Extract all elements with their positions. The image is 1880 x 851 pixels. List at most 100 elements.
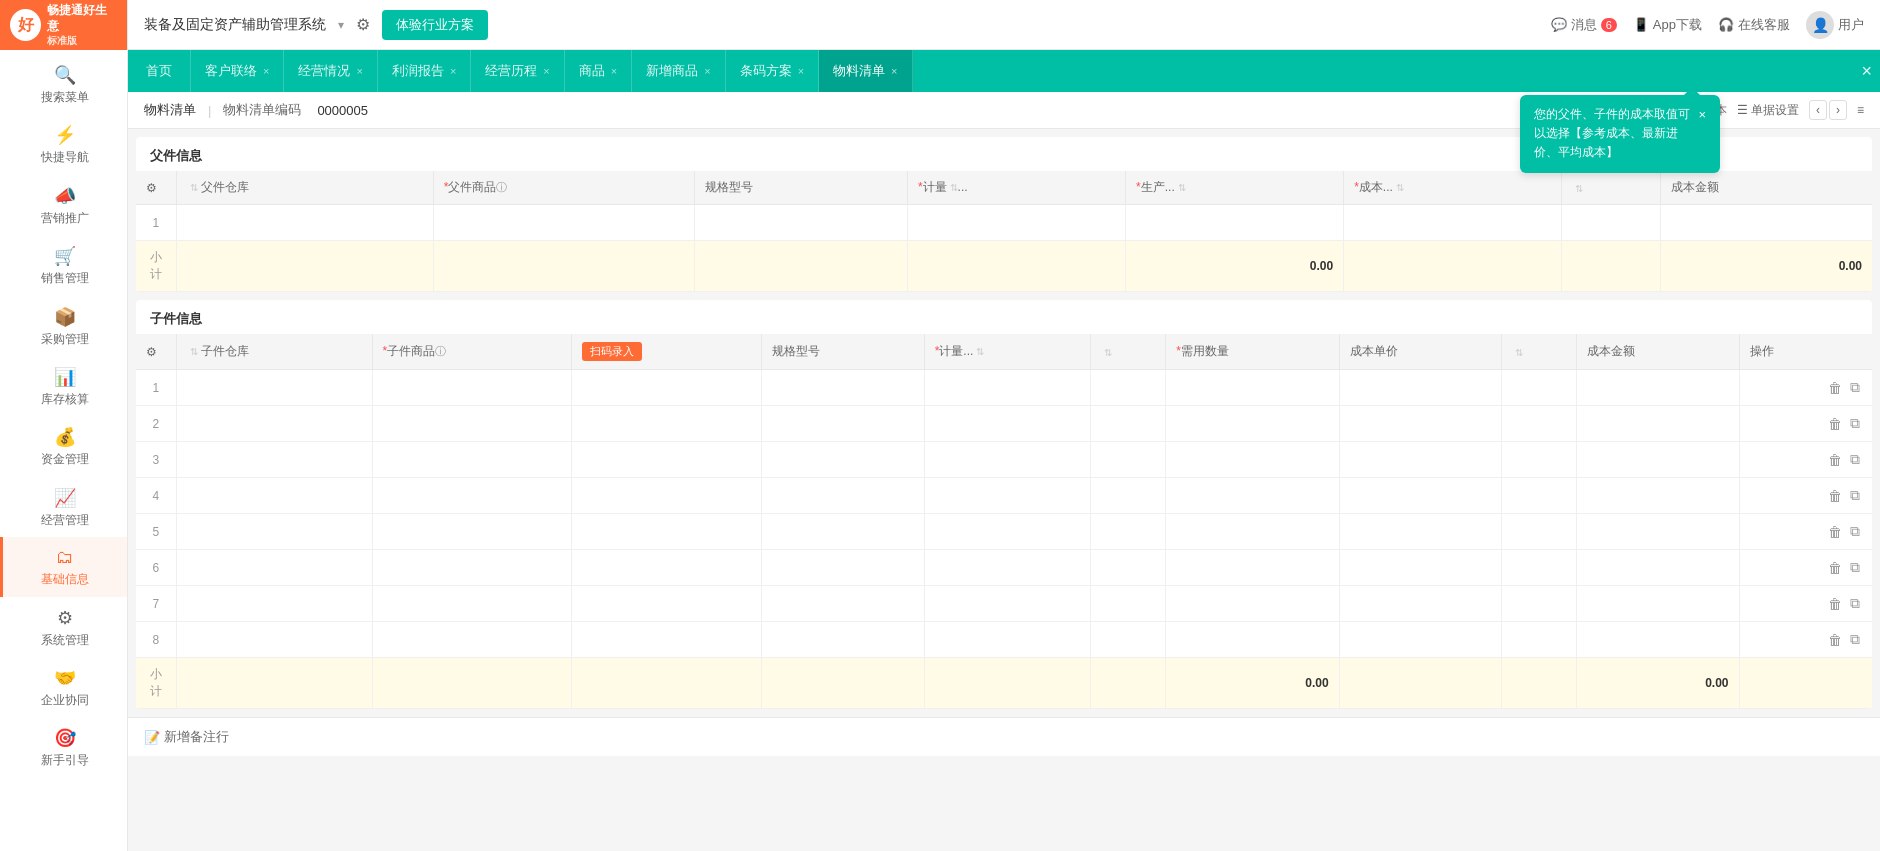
copy-row-btn-7[interactable]: ⧉: [1848, 593, 1862, 614]
delete-row-btn-7[interactable]: 🗑: [1826, 593, 1844, 614]
sidebar-item-销售管理[interactable]: 🛒销售管理: [0, 235, 127, 295]
parent-product-cell[interactable]: [433, 205, 694, 241]
child-warehouse-cell-3[interactable]: [176, 442, 372, 478]
settings-icon[interactable]: ⚙: [356, 15, 370, 34]
menu-action[interactable]: ≡: [1857, 103, 1864, 117]
breadcrumb-current[interactable]: 物料清单: [144, 101, 196, 119]
tab-close-经营历程[interactable]: ×: [543, 65, 549, 77]
sidebar-item-企业协同[interactable]: 🤝企业协同: [0, 657, 127, 717]
delete-row-btn-8[interactable]: 🗑: [1826, 629, 1844, 650]
child-product-cell-8[interactable]: [372, 622, 571, 658]
child-spec-cell-2[interactable]: [762, 406, 924, 442]
parent-warehouse-cell[interactable]: [176, 205, 433, 241]
child-unit-cell-6[interactable]: [924, 550, 1090, 586]
copy-row-btn-2[interactable]: ⧉: [1848, 413, 1862, 434]
child-warehouse-cell-7[interactable]: [176, 586, 372, 622]
tab-close-新增商品[interactable]: ×: [704, 65, 710, 77]
child-warehouse-cell-6[interactable]: [176, 550, 372, 586]
tab-close-利润报告[interactable]: ×: [450, 65, 456, 77]
child-product-cell-7[interactable]: [372, 586, 571, 622]
child-unit-cell-5[interactable]: [924, 514, 1090, 550]
child-warehouse-cell-1[interactable]: [176, 370, 372, 406]
child-unit-cost-cell-2[interactable]: [1339, 406, 1501, 442]
child-spec-cell-7[interactable]: [762, 586, 924, 622]
delete-row-btn-4[interactable]: 🗑: [1826, 485, 1844, 506]
add-note-btn[interactable]: 📝 新增备注行: [144, 728, 229, 746]
child-unit-cost-cell-8[interactable]: [1339, 622, 1501, 658]
copy-row-btn-5[interactable]: ⧉: [1848, 521, 1862, 542]
child-qty-cell-5[interactable]: [1166, 514, 1339, 550]
nav-tab-首页[interactable]: 首页: [128, 50, 191, 92]
child-unit-cell-2[interactable]: [924, 406, 1090, 442]
sidebar-item-搜索菜单[interactable]: 🔍搜索菜单: [0, 54, 127, 114]
tab-close-条码方案[interactable]: ×: [798, 65, 804, 77]
child-unit-cell-8[interactable]: [924, 622, 1090, 658]
child-warehouse-cell-8[interactable]: [176, 622, 372, 658]
delete-row-btn-5[interactable]: 🗑: [1826, 521, 1844, 542]
child-unit-cell-7[interactable]: [924, 586, 1090, 622]
child-spec-cell-1[interactable]: [762, 370, 924, 406]
nav-tab-经营历程[interactable]: 经营历程 ×: [471, 50, 564, 92]
child-warehouse-cell-2[interactable]: [176, 406, 372, 442]
child-qty-cell-6[interactable]: [1166, 550, 1339, 586]
child-unit-cost-cell-7[interactable]: [1339, 586, 1501, 622]
child-unit-cell-3[interactable]: [924, 442, 1090, 478]
message-action[interactable]: 💬 消息 6: [1551, 16, 1617, 34]
sidebar-item-系统管理[interactable]: ⚙系统管理: [0, 597, 127, 657]
sidebar-item-采购管理[interactable]: 📦采购管理: [0, 296, 127, 356]
nav-tab-经营情况[interactable]: 经营情况 ×: [284, 50, 377, 92]
child-qty-cell-7[interactable]: [1166, 586, 1339, 622]
child-unit-cost-cell-4[interactable]: [1339, 478, 1501, 514]
parent-col-settings[interactable]: ⚙: [136, 171, 176, 205]
tab-close-商品[interactable]: ×: [611, 65, 617, 77]
child-unit-cost-cell-3[interactable]: [1339, 442, 1501, 478]
child-unit-cell-1[interactable]: [924, 370, 1090, 406]
child-spec-cell-5[interactable]: [762, 514, 924, 550]
nav-tab-利润报告[interactable]: 利润报告 ×: [378, 50, 471, 92]
child-product-cell-6[interactable]: [372, 550, 571, 586]
trial-button[interactable]: 体验行业方案: [382, 10, 488, 40]
child-spec-cell-6[interactable]: [762, 550, 924, 586]
copy-row-btn-1[interactable]: ⧉: [1848, 377, 1862, 398]
child-unit-cost-cell-6[interactable]: [1339, 550, 1501, 586]
online-service-action[interactable]: 🎧 在线客服: [1718, 16, 1790, 34]
parent-spec-cell[interactable]: [694, 205, 907, 241]
child-unit-cost-cell-5[interactable]: [1339, 514, 1501, 550]
child-qty-cell-8[interactable]: [1166, 622, 1339, 658]
copy-row-btn-4[interactable]: ⧉: [1848, 485, 1862, 506]
child-product-cell-2[interactable]: [372, 406, 571, 442]
scan-input-btn[interactable]: 扫码录入: [582, 342, 642, 361]
child-unit-cost-cell-1[interactable]: [1339, 370, 1501, 406]
parent-prod-cell[interactable]: [1126, 205, 1344, 241]
app-download-action[interactable]: 📱 App下载: [1633, 16, 1702, 34]
delete-row-btn-1[interactable]: 🗑: [1826, 377, 1844, 398]
doc-settings-action[interactable]: ☰ 单据设置: [1737, 102, 1799, 119]
nav-tab-物料清单[interactable]: 物料清单 ×: [819, 50, 912, 92]
child-warehouse-cell-4[interactable]: [176, 478, 372, 514]
copy-row-btn-6[interactable]: ⧉: [1848, 557, 1862, 578]
tabs-close-all[interactable]: ×: [1853, 61, 1880, 82]
sidebar-item-新手引导[interactable]: 🎯新手引导: [0, 717, 127, 777]
delete-row-btn-6[interactable]: 🗑: [1826, 557, 1844, 578]
nav-tab-新增商品[interactable]: 新增商品 ×: [632, 50, 725, 92]
nav-tab-客户联络[interactable]: 客户联络 ×: [191, 50, 284, 92]
sidebar-item-资金管理[interactable]: 💰资金管理: [0, 416, 127, 476]
child-product-cell-5[interactable]: [372, 514, 571, 550]
child-qty-cell-3[interactable]: [1166, 442, 1339, 478]
child-qty-cell-2[interactable]: [1166, 406, 1339, 442]
tab-close-经营情况[interactable]: ×: [356, 65, 362, 77]
prev-btn[interactable]: ‹: [1809, 100, 1827, 120]
tab-close-客户联络[interactable]: ×: [263, 65, 269, 77]
child-col-settings[interactable]: ⚙: [136, 334, 176, 370]
child-unit-cell-4[interactable]: [924, 478, 1090, 514]
child-spec-cell-3[interactable]: [762, 442, 924, 478]
child-qty-cell-4[interactable]: [1166, 478, 1339, 514]
nav-tab-条码方案[interactable]: 条码方案 ×: [726, 50, 819, 92]
sidebar-item-库存核算[interactable]: 📊库存核算: [0, 356, 127, 416]
sidebar-item-基础信息[interactable]: 🗂基础信息: [0, 537, 127, 596]
tab-close-物料清单[interactable]: ×: [891, 65, 897, 77]
delete-row-btn-3[interactable]: 🗑: [1826, 449, 1844, 470]
parent-cost-cell[interactable]: [1344, 205, 1562, 241]
next-btn[interactable]: ›: [1829, 100, 1847, 120]
copy-row-btn-3[interactable]: ⧉: [1848, 449, 1862, 470]
